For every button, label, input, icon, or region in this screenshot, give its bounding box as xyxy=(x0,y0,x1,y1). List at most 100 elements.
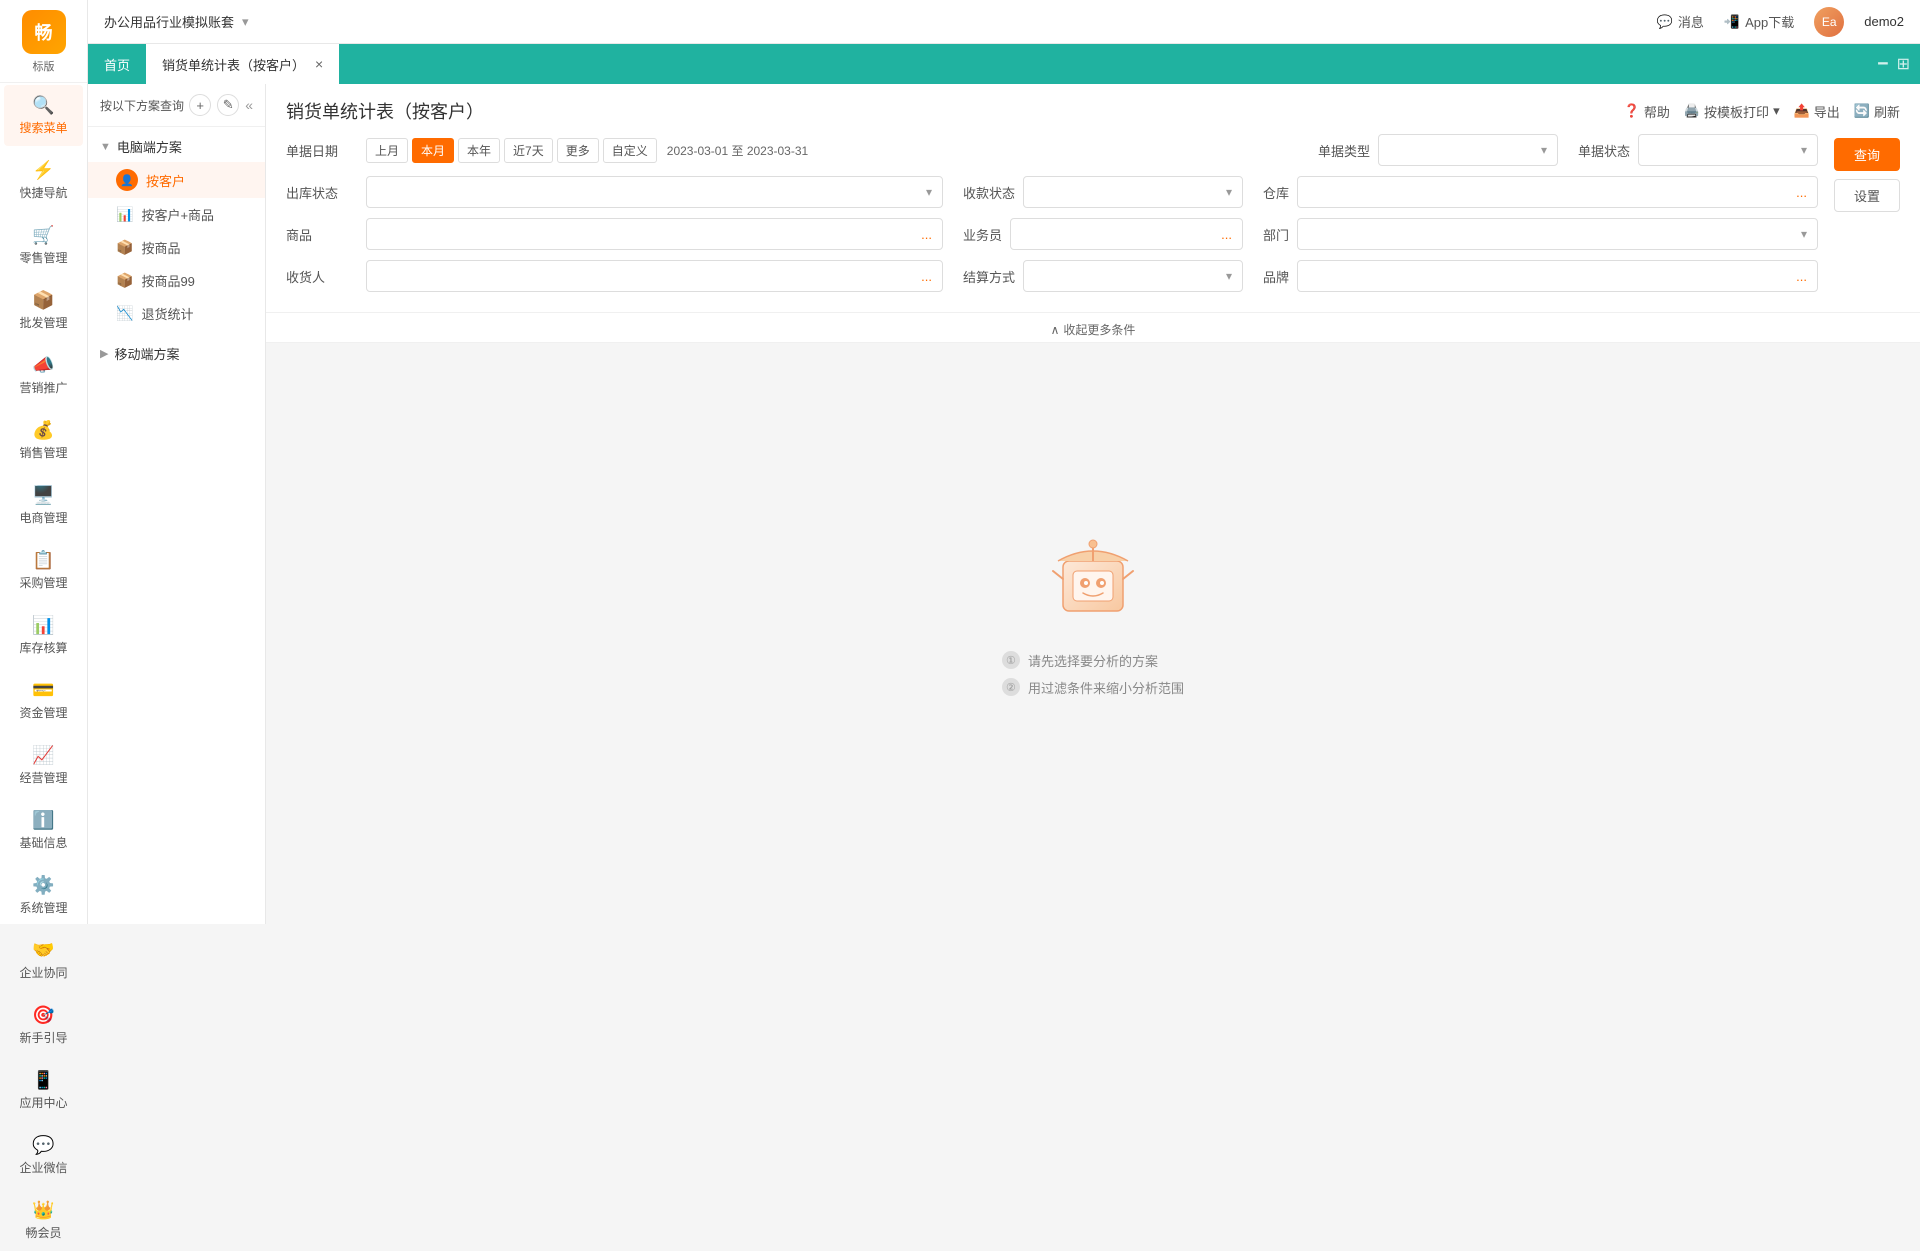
receiver-label: 收货人 xyxy=(286,267,366,286)
message-icon: 💬 xyxy=(1657,14,1673,30)
scheme-item-by-customer[interactable]: 👤 按客户 xyxy=(88,162,265,198)
bill-status-select[interactable]: ▾ xyxy=(1638,134,1818,166)
header-left: 办公用品行业模拟账套 ▾ xyxy=(104,12,249,31)
date-btn-7days[interactable]: 近7天 xyxy=(504,138,553,163)
sidebar-item-finance[interactable]: 💳 资金管理 xyxy=(4,670,83,731)
goods-input[interactable]: ... xyxy=(366,218,943,250)
page-title: 销货单统计表（按客户） xyxy=(286,98,484,124)
user-avatar[interactable]: Ea xyxy=(1814,7,1844,37)
tab-home[interactable]: 首页 xyxy=(88,44,146,84)
desktop-scheme-title[interactable]: ▼ 电脑端方案 xyxy=(88,131,265,162)
mobile-scheme-title[interactable]: ▶ 移动端方案 xyxy=(88,338,265,369)
search-icon: 🔍 xyxy=(32,95,54,116)
sidebar-item-member[interactable]: 👑 畅会员 xyxy=(4,1190,83,1251)
collapse-panel-button[interactable]: « xyxy=(245,97,253,113)
collapse-label: 收起更多条件 xyxy=(1063,321,1135,338)
sidebar-item-quick-nav[interactable]: ⚡ 快捷导航 xyxy=(4,150,83,211)
tab-close-icon[interactable]: × xyxy=(315,56,323,72)
sidebar-item-marketing[interactable]: 📣 营销推广 xyxy=(4,345,83,406)
bill-type-select[interactable]: ▾ xyxy=(1378,134,1558,166)
stock-status-select[interactable]: ▾ xyxy=(366,176,943,208)
scheme-item-by-customer-goods[interactable]: 📊 按客户+商品 xyxy=(88,198,265,231)
salesman-input[interactable]: ... xyxy=(1010,218,1243,250)
date-btn-more[interactable]: 更多 xyxy=(557,138,599,163)
print-button[interactable]: 🖨️ 按模板打印 ▾ xyxy=(1684,102,1780,121)
receiver-input[interactable]: ... xyxy=(366,260,943,292)
warehouse-dots-icon[interactable]: ... xyxy=(1796,185,1807,200)
header-dropdown-icon[interactable]: ▾ xyxy=(242,14,249,30)
sidebar-item-purchase[interactable]: 📋 采购管理 xyxy=(4,540,83,601)
print-label: 按模板打印 xyxy=(1704,102,1769,121)
sidebar-item-inventory[interactable]: 📊 库存核算 xyxy=(4,605,83,666)
return-icon: 📉 xyxy=(116,305,133,322)
sidebar-item-label: 库存核算 xyxy=(19,639,67,656)
edit-scheme-button[interactable]: ✎ xyxy=(217,94,239,116)
tab-sales-stat[interactable]: 销货单统计表（按客户） × xyxy=(146,44,339,84)
scheme-item-return-stat[interactable]: 📉 退货统计 xyxy=(88,297,265,330)
dept-select[interactable]: ▾ xyxy=(1297,218,1818,250)
dept-label: 部门 xyxy=(1263,225,1289,244)
scheme-item-by-goods[interactable]: 📦 按商品 xyxy=(88,231,265,264)
sidebar-item-app-center[interactable]: 📱 应用中心 xyxy=(4,1060,83,1121)
brand-input[interactable]: ... xyxy=(1297,260,1818,292)
date-btn-this-year[interactable]: 本年 xyxy=(458,138,500,163)
page-actions: ❓ 帮助 🖨️ 按模板打印 ▾ 📤 导出 � xyxy=(1624,102,1900,121)
sidebar-item-basic[interactable]: ℹ️ 基础信息 xyxy=(4,800,83,861)
tab-minimize-icon[interactable]: 🗕 xyxy=(1877,51,1888,78)
settlement-select[interactable]: ▾ xyxy=(1023,260,1243,292)
empty-tip-1: ① 请先选择要分析的方案 xyxy=(1002,651,1184,670)
receiver-dots-icon[interactable]: ... xyxy=(921,269,932,284)
app-download-button[interactable]: 📲 App下载 xyxy=(1724,12,1794,31)
date-shortcuts: 上月 本月 本年 近7天 更多 自定义 xyxy=(366,138,657,163)
desktop-scheme-label: 电脑端方案 xyxy=(117,137,182,156)
warehouse-input[interactable]: ... xyxy=(1297,176,1818,208)
sidebar-item-retail[interactable]: 🛒 零售管理 xyxy=(4,215,83,276)
refresh-button[interactable]: 🔄 刷新 xyxy=(1854,102,1900,121)
payment-status-select[interactable]: ▾ xyxy=(1023,176,1243,208)
sidebar-item-sales[interactable]: 💰 销售管理 xyxy=(4,410,83,471)
payment-status-chevron-icon: ▾ xyxy=(1226,185,1232,199)
stock-status-chevron-icon: ▾ xyxy=(926,185,932,199)
empty-tips: ① 请先选择要分析的方案 ② 用过滤条件来缩小分析范围 xyxy=(1002,651,1184,697)
sidebar-item-operations[interactable]: 📈 经营管理 xyxy=(4,735,83,796)
message-button[interactable]: 💬 消息 xyxy=(1657,12,1704,31)
filter-row-3: 商品 ... 业务员 ... xyxy=(286,218,1818,250)
add-scheme-button[interactable]: + xyxy=(189,94,211,116)
sidebar-item-wholesale[interactable]: 📦 批发管理 xyxy=(4,280,83,341)
date-btn-last-month[interactable]: 上月 xyxy=(366,138,408,163)
date-btn-this-month[interactable]: 本月 xyxy=(412,138,454,163)
scheme-item-by-goods99[interactable]: 📦 按商品99 xyxy=(88,264,265,297)
bill-type-chevron-icon: ▾ xyxy=(1541,143,1547,157)
retail-icon: 🛒 xyxy=(32,225,54,246)
filter-area: 单据日期 上月 本月 本年 近7天 更多 自定义 xyxy=(266,134,1920,313)
sidebar-item-enterprise[interactable]: 🤝 企业协同 xyxy=(4,930,83,991)
salesman-dots-icon[interactable]: ... xyxy=(1221,227,1232,242)
tab-expand-icon[interactable]: ⊞ xyxy=(1897,54,1910,74)
app-download-label: App下载 xyxy=(1745,12,1794,31)
goods-icon-2: 📦 xyxy=(116,272,133,289)
date-btn-custom[interactable]: 自定义 xyxy=(603,138,657,163)
sidebar-item-label: 资金管理 xyxy=(19,704,67,721)
goods-dots-icon[interactable]: ... xyxy=(921,227,932,242)
logo-subtext: 标版 xyxy=(33,58,55,74)
download-icon: 📲 xyxy=(1724,14,1740,30)
help-button[interactable]: ❓ 帮助 xyxy=(1624,102,1670,121)
sidebar-item-label: 搜索菜单 xyxy=(19,119,67,136)
warehouse-label: 仓库 xyxy=(1263,183,1289,202)
main-area: 办公用品行业模拟账套 ▾ 💬 消息 📲 App下载 Ea demo2 首页 销货… xyxy=(88,0,1920,924)
sidebar-item-wechat[interactable]: 💬 企业微信 xyxy=(4,1125,83,1186)
print-dropdown-icon[interactable]: ▾ xyxy=(1773,103,1780,119)
scheme-label-by-goods99: 按商品99 xyxy=(141,271,194,290)
sidebar-item-ecommerce[interactable]: 🖥️ 电商管理 xyxy=(4,475,83,536)
sidebar-item-search[interactable]: 🔍 搜索菜单 xyxy=(4,85,83,146)
sidebar-item-system[interactable]: ⚙️ 系统管理 xyxy=(4,865,83,926)
collapse-bar[interactable]: ∧ 收起更多条件 xyxy=(266,313,1920,343)
export-button[interactable]: 📤 导出 xyxy=(1794,102,1840,121)
query-button[interactable]: 查询 xyxy=(1834,138,1900,171)
edit-icon: ✎ xyxy=(223,97,234,113)
settings-button[interactable]: 设置 xyxy=(1834,179,1900,212)
brand-dots-icon[interactable]: ... xyxy=(1796,269,1807,284)
sidebar-item-label: 系统管理 xyxy=(19,899,67,916)
sidebar-item-newbie[interactable]: 🎯 新手引导 xyxy=(4,995,83,1056)
main-content-wrapper: 销货单统计表（按客户） ❓ 帮助 🖨️ 按模板打印 ▾ 📤 xyxy=(266,84,1920,924)
